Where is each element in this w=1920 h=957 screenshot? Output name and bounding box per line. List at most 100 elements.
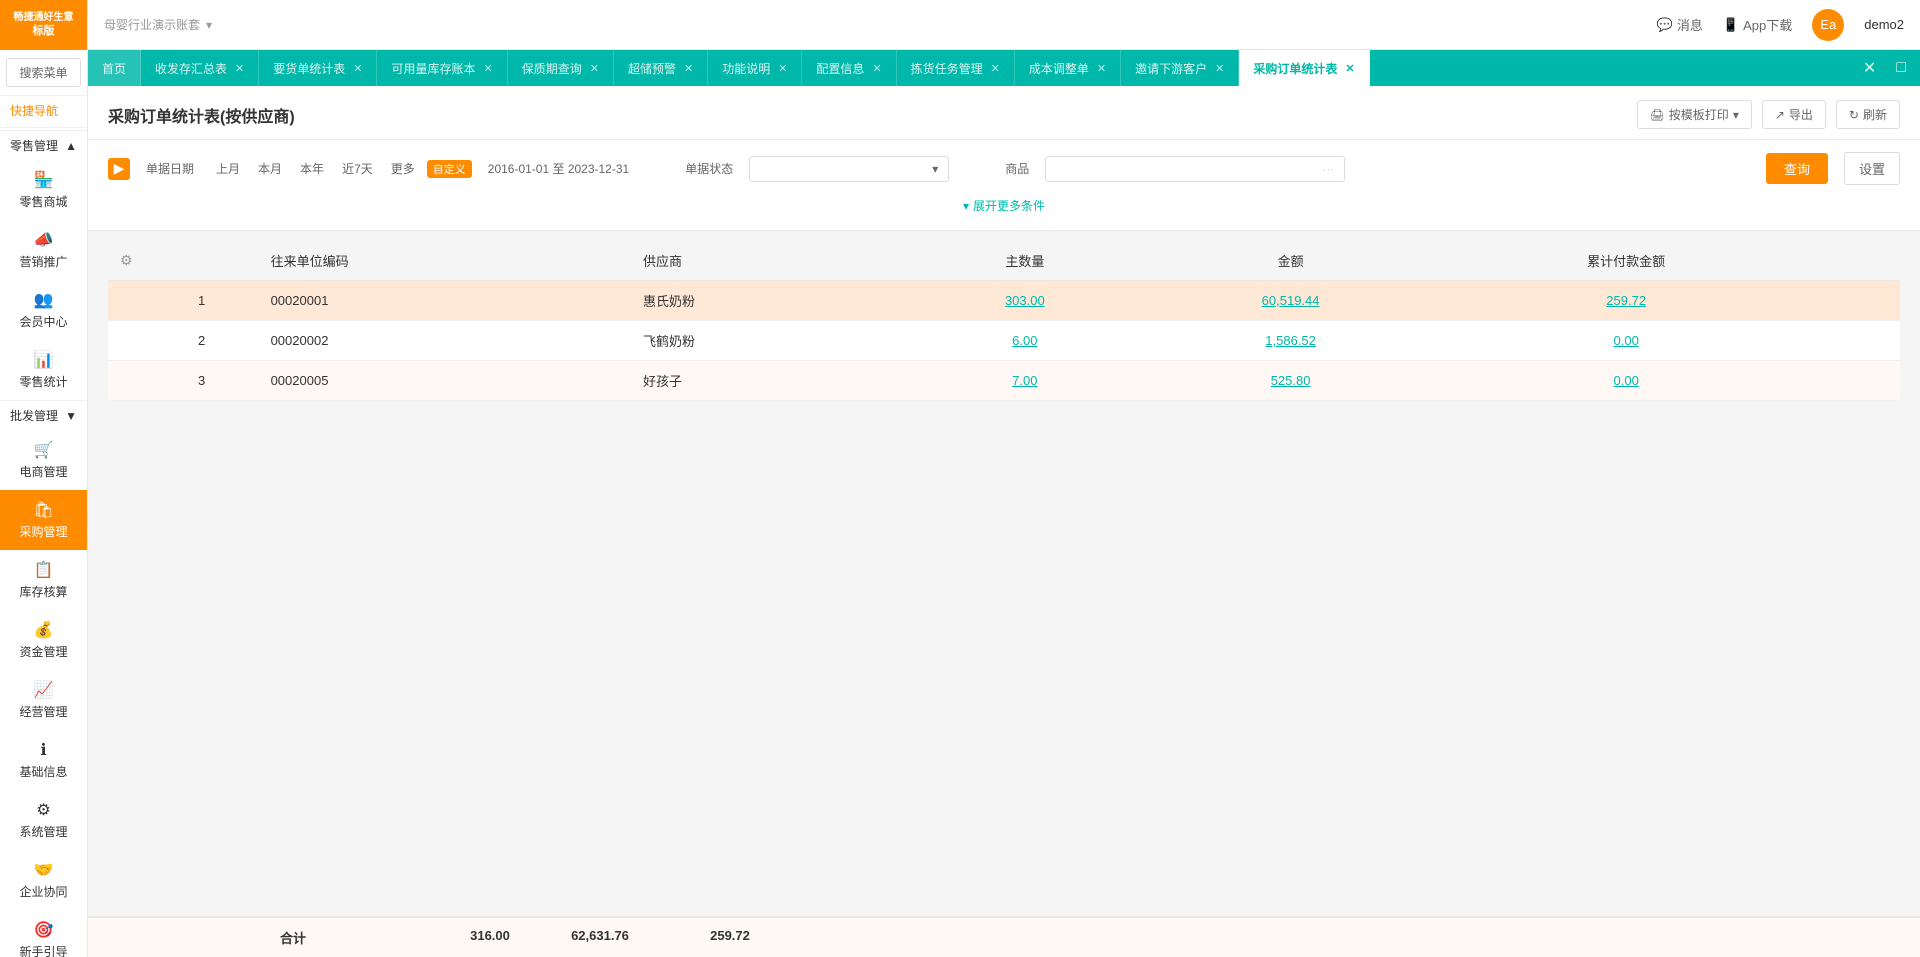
tab-close-invite-downstream[interactable]: ✕	[1215, 62, 1224, 75]
sidebar-item-system[interactable]: ⚙ 系统管理	[0, 790, 87, 850]
filter-area: ▶ 单据日期 上月 本月 本年 近7天 更多 自定义 2016-01-01 至 …	[88, 140, 1920, 231]
expand-more-conditions-button[interactable]: ▾ 展开更多条件	[963, 197, 1045, 214]
sidebar-item-marketing[interactable]: 📣 营销推广	[0, 220, 87, 280]
expand-row: ▾ 展开更多条件	[108, 193, 1900, 218]
row-amount-cell[interactable]: 525.80	[1141, 361, 1440, 401]
shortcut-last-7-days[interactable]: 近7天	[336, 158, 379, 179]
goods-filter-label: 商品	[1005, 160, 1029, 177]
shortcut-last-month[interactable]: 上月	[210, 158, 246, 179]
sidebar-item-operation[interactable]: 📈 经营管理	[0, 670, 87, 730]
row-paid-amount-cell[interactable]: 0.00	[1440, 321, 1812, 361]
tab-invite-downstream[interactable]: 邀请下游客户 ✕	[1121, 50, 1239, 86]
footer-paid-amount: 259.72	[660, 928, 800, 947]
tab-warranty[interactable]: 保质期查询 ✕	[508, 50, 614, 86]
column-settings-icon[interactable]: ⚙	[120, 252, 133, 268]
row-index-cell: 1	[145, 281, 259, 321]
phone-icon: 📱	[1723, 17, 1739, 33]
sidebar-item-new-guide[interactable]: 🎯 新手引导	[0, 910, 87, 957]
message-action[interactable]: 💬 消息	[1657, 15, 1703, 34]
settings-button[interactable]: 设置	[1844, 152, 1900, 185]
search-menu-button[interactable]: 搜索菜单	[6, 58, 81, 87]
goods-filter-input[interactable]: ···	[1045, 156, 1345, 182]
tab-close-available-stock[interactable]: ✕	[484, 62, 493, 75]
tab-close-purchase-stats[interactable]: ✕	[1345, 62, 1354, 75]
quick-nav-label: 快捷导航	[10, 102, 58, 119]
purchase-icon: 🛍	[33, 500, 53, 520]
cost-adjust-label: 成本调整单	[1029, 60, 1089, 77]
col-main-qty-header: 主数量	[908, 241, 1141, 281]
topbar-actions: 💬 消息 📱 App下载 Ea demo2	[1657, 9, 1904, 41]
tab-home[interactable]: 首页	[88, 50, 141, 86]
tab-goods-stats[interactable]: 要货单统计表 ✕	[259, 50, 377, 86]
tab-cost-adjust[interactable]: 成本调整单 ✕	[1015, 50, 1121, 86]
shortcut-this-month[interactable]: 本月	[252, 158, 288, 179]
app-download-action[interactable]: 📱 App下载	[1723, 15, 1792, 34]
tab-close-collect-pay[interactable]: ✕	[235, 62, 244, 75]
footer-amount: 62,631.76	[540, 928, 660, 947]
batch-manage-group[interactable]: 批发管理 ▼	[0, 400, 87, 430]
sidebar-item-purchase[interactable]: 🛍 采购管理	[0, 490, 87, 550]
enterprise-icon: 🤝	[34, 860, 54, 880]
over-stock-label: 超储预警	[628, 60, 676, 77]
tab-collect-pay[interactable]: 收发存汇总表 ✕	[141, 50, 259, 86]
template-print-button[interactable]: 🖨 按模板打印 ▾	[1637, 100, 1752, 129]
row-main-qty-cell[interactable]: 303.00	[908, 281, 1141, 321]
row-paid-amount-cell[interactable]: 0.00	[1440, 361, 1812, 401]
sidebar-item-retail-stats[interactable]: 📊 零售统计	[0, 340, 87, 400]
warranty-label: 保质期查询	[522, 60, 582, 77]
row-amount-cell[interactable]: 60,519.44	[1141, 281, 1440, 321]
quick-nav-title[interactable]: 快捷导航	[0, 96, 87, 125]
avatar-text: Ea	[1820, 17, 1836, 32]
message-label: 消息	[1677, 15, 1703, 34]
row-main-qty-cell[interactable]: 7.00	[908, 361, 1141, 401]
sidebar-item-member-center[interactable]: 👥 会员中心	[0, 280, 87, 340]
tab-maximize-button[interactable]: □	[1890, 57, 1912, 79]
user-avatar[interactable]: Ea	[1812, 9, 1844, 41]
sidebar-item-ecommerce[interactable]: 🛒 电商管理	[0, 430, 87, 490]
refresh-button[interactable]: ↻ 刷新	[1836, 100, 1900, 129]
page-header: 采购订单统计表(按供应商) 🖨 按模板打印 ▾ ↗ 导出 ↻ 刷新	[88, 86, 1920, 140]
retail-management-label: 零售管理	[10, 137, 58, 154]
account-dropdown[interactable]: 母婴行业演示账套 ▾	[104, 16, 212, 33]
tab-purchase-stats[interactable]: 采购订单统计表 ✕	[1239, 50, 1369, 86]
export-button[interactable]: ↗ 导出	[1762, 100, 1826, 129]
sidebar-item-basic-info[interactable]: ℹ 基础信息	[0, 730, 87, 790]
tab-close-pick-task[interactable]: ✕	[991, 62, 1000, 75]
row-main-qty-cell[interactable]: 6.00	[908, 321, 1141, 361]
retail-management-group[interactable]: 零售管理 ▲	[0, 130, 87, 160]
topbar: 母婴行业演示账套 ▾ 💬 消息 📱 App下载 Ea demo2	[88, 0, 1920, 50]
tab-close-warranty[interactable]: ✕	[590, 62, 599, 75]
tab-function-desc[interactable]: 功能说明 ✕	[708, 50, 802, 86]
shortcut-this-year[interactable]: 本年	[294, 158, 330, 179]
tab-close-over-stock[interactable]: ✕	[684, 62, 693, 75]
tab-close-cost-adjust[interactable]: ✕	[1097, 62, 1106, 75]
content-area: 采购订单统计表(按供应商) 🖨 按模板打印 ▾ ↗ 导出 ↻ 刷新	[88, 86, 1920, 957]
date-range-display: 2016-01-01 至 2023-12-31	[488, 160, 629, 177]
tab-pick-task[interactable]: 拣货任务管理 ✕	[897, 50, 1015, 86]
tab-available-stock[interactable]: 可用量库存账本 ✕	[377, 50, 507, 86]
user-name[interactable]: demo2	[1864, 17, 1904, 32]
sidebar-divider-1	[0, 127, 87, 128]
expand-toggle-button[interactable]: ▶	[108, 158, 130, 180]
tabbar: 首页 收发存汇总表 ✕ 要货单统计表 ✕ 可用量库存账本 ✕ 保质期查询 ✕ 超…	[88, 50, 1920, 86]
sidebar-item-finance[interactable]: 💰 资金管理	[0, 610, 87, 670]
status-filter-select[interactable]: ▾	[749, 156, 949, 182]
retail-shop-label: 零售商城	[19, 193, 67, 210]
sidebar: 畅捷通好生意 标版 搜索菜单 快捷导航 零售管理 ▲ 🏪 零售商城 📣 营销推广…	[0, 0, 88, 957]
row-supplier-cell: 惠氏奶粉	[631, 281, 908, 321]
shortcut-more[interactable]: 更多	[385, 158, 421, 179]
sidebar-item-inventory[interactable]: 📋 库存核算	[0, 550, 87, 610]
basic-info-icon: ℹ	[40, 740, 46, 760]
tab-close-config-info[interactable]: ✕	[872, 62, 881, 75]
refresh-label: 刷新	[1863, 106, 1887, 123]
sidebar-item-retail-shop[interactable]: 🏪 零售商城	[0, 160, 87, 220]
row-amount-cell[interactable]: 1,586.52	[1141, 321, 1440, 361]
tab-over-stock[interactable]: 超储预警 ✕	[614, 50, 708, 86]
tab-close-all-button[interactable]: ✕	[1857, 56, 1882, 80]
sidebar-item-enterprise[interactable]: 🤝 企业协同	[0, 850, 87, 910]
row-paid-amount-cell[interactable]: 259.72	[1440, 281, 1812, 321]
tab-config-info[interactable]: 配置信息 ✕	[802, 50, 896, 86]
query-button[interactable]: 查询	[1766, 153, 1828, 184]
tab-close-goods-stats[interactable]: ✕	[353, 62, 362, 75]
tab-close-function-desc[interactable]: ✕	[778, 62, 787, 75]
